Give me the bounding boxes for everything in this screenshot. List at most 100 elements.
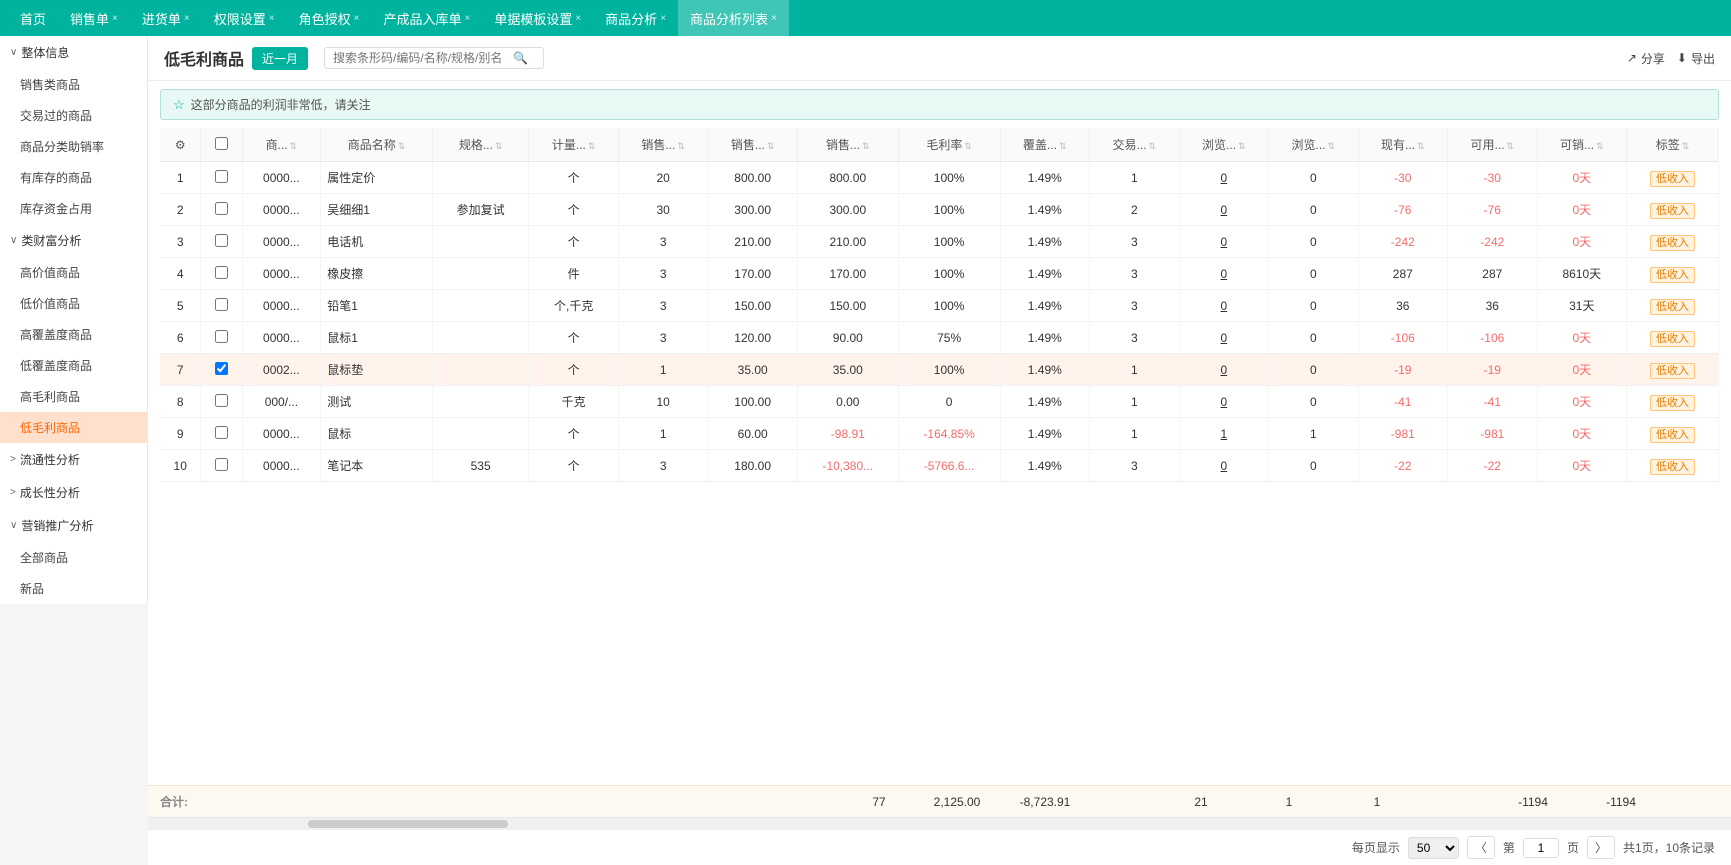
sort-icon-current_stock[interactable]: ⇅ <box>1417 141 1425 151</box>
col-header-sales_profit[interactable]: 销售...⇅ <box>797 128 898 162</box>
sort-icon-coverage[interactable]: ⇅ <box>1059 141 1067 151</box>
col-header-current_stock[interactable]: 现有...⇅ <box>1358 128 1448 162</box>
sort-icon-tag[interactable]: ⇅ <box>1682 141 1690 151</box>
sidebar-group-类财富分析[interactable]: ∨类财富分析 <box>0 224 147 257</box>
col-header-spec[interactable]: 规格...⇅ <box>432 128 529 162</box>
nav-item-权限设置[interactable]: 权限设置 × <box>202 0 287 36</box>
nav-close-icon[interactable]: × <box>112 13 118 24</box>
browse-link[interactable]: 0 <box>1220 299 1227 313</box>
nav-close-icon[interactable]: × <box>575 13 581 24</box>
search-icon[interactable]: 🔍 <box>513 51 528 65</box>
sidebar-item-库存资金占用[interactable]: 库存资金占用 <box>0 193 147 224</box>
col-header-browse2[interactable]: 浏览...⇅ <box>1269 128 1359 162</box>
sidebar-item-低价值商品[interactable]: 低价值商品 <box>0 288 147 319</box>
page-number-input[interactable] <box>1523 838 1559 858</box>
sidebar-group-流通性分析[interactable]: >流通性分析 <box>0 443 147 476</box>
sort-icon-browse1[interactable]: ⇅ <box>1238 141 1246 151</box>
row-checkbox-input[interactable] <box>215 362 228 375</box>
sort-icon-gross_margin[interactable]: ⇅ <box>964 141 972 151</box>
sort-icon-available[interactable]: ⇅ <box>1507 141 1515 151</box>
col-header-browse1[interactable]: 浏览...⇅ <box>1179 128 1269 162</box>
browse1[interactable]: 1 <box>1179 418 1269 450</box>
browse1[interactable]: 0 <box>1179 162 1269 194</box>
row-checkbox[interactable] <box>201 258 242 290</box>
sidebar-item-销售类商品[interactable]: 销售类商品 <box>0 69 147 100</box>
col-header-available[interactable]: 可用...⇅ <box>1448 128 1538 162</box>
nav-item-产成品入库单[interactable]: 产成品入库单 × <box>371 0 482 36</box>
row-checkbox[interactable] <box>201 226 242 258</box>
nav-item-销售单[interactable]: 销售单 × <box>58 0 130 36</box>
browse-link[interactable]: 0 <box>1220 267 1227 281</box>
browse1[interactable]: 0 <box>1179 258 1269 290</box>
browse1[interactable]: 0 <box>1179 194 1269 226</box>
nav-close-icon[interactable]: × <box>464 13 470 24</box>
browse1[interactable]: 0 <box>1179 226 1269 258</box>
browse-link[interactable]: 0 <box>1220 235 1227 249</box>
row-checkbox[interactable] <box>201 418 242 450</box>
sidebar-item-全部商品[interactable]: 全部商品 <box>0 542 147 573</box>
sidebar-item-高毛利商品[interactable]: 高毛利商品 <box>0 381 147 412</box>
search-input[interactable] <box>333 51 513 65</box>
sidebar-item-低毛利商品[interactable]: 低毛利商品 <box>0 412 147 443</box>
row-checkbox-input[interactable] <box>215 234 228 247</box>
row-checkbox-input[interactable] <box>215 458 228 471</box>
browse-link[interactable]: 0 <box>1220 171 1227 185</box>
browse1[interactable]: 0 <box>1179 386 1269 418</box>
col-header-name[interactable]: 商品名称⇅ <box>321 128 433 162</box>
sort-icon-sales_qty[interactable]: ⇅ <box>677 141 685 151</box>
browse-link[interactable]: 0 <box>1220 459 1227 473</box>
row-checkbox[interactable] <box>201 386 242 418</box>
nav-item-角色授权[interactable]: 角色授权 × <box>287 0 372 36</box>
nav-close-icon[interactable]: × <box>269 13 275 24</box>
browse-link[interactable]: 1 <box>1220 427 1227 441</box>
nav-close-icon[interactable]: × <box>354 13 360 24</box>
sort-icon-name[interactable]: ⇅ <box>398 141 406 151</box>
export-button[interactable]: ⬇ 导出 <box>1677 50 1715 67</box>
col-header-sellable[interactable]: 可销...⇅ <box>1537 128 1627 162</box>
sort-icon-code[interactable]: ⇅ <box>290 141 298 151</box>
prev-page-button[interactable]: 〈 <box>1467 836 1495 859</box>
sort-icon-unit[interactable]: ⇅ <box>588 141 596 151</box>
nav-item-进货单[interactable]: 进货单 × <box>130 0 202 36</box>
sort-icon-trade_count[interactable]: ⇅ <box>1149 141 1157 151</box>
sidebar-item-高覆盖度商品[interactable]: 高覆盖度商品 <box>0 319 147 350</box>
share-button[interactable]: ↗ 分享 <box>1627 50 1665 67</box>
col-header-settings[interactable]: ⚙ <box>160 128 201 162</box>
col-header-gross_margin[interactable]: 毛利率⇅ <box>898 128 1000 162</box>
row-checkbox[interactable] <box>201 354 242 386</box>
row-checkbox[interactable] <box>201 162 242 194</box>
bottom-scrollbar[interactable] <box>148 817 1731 829</box>
sort-icon-sellable[interactable]: ⇅ <box>1596 141 1604 151</box>
col-header-sales_amount[interactable]: 销售...⇅ <box>708 128 798 162</box>
browse-link[interactable]: 0 <box>1220 363 1227 377</box>
sidebar-item-低覆盖度商品[interactable]: 低覆盖度商品 <box>0 350 147 381</box>
sidebar-item-高价值商品[interactable]: 高价值商品 <box>0 257 147 288</box>
col-header-unit[interactable]: 计量...⇅ <box>529 128 619 162</box>
col-header-trade_count[interactable]: 交易...⇅ <box>1090 128 1180 162</box>
row-checkbox[interactable] <box>201 290 242 322</box>
row-checkbox[interactable] <box>201 450 242 482</box>
nav-close-icon[interactable]: × <box>771 13 777 24</box>
sidebar-group-整体信息[interactable]: ∨整体信息 <box>0 36 147 69</box>
period-button[interactable]: 近一月 <box>252 47 308 70</box>
scrollbar-thumb[interactable] <box>308 820 508 828</box>
row-checkbox[interactable] <box>201 194 242 226</box>
sidebar-group-营销推广分析[interactable]: ∨营销推广分析 <box>0 509 147 542</box>
col-header-tag[interactable]: 标签⇅ <box>1627 128 1719 162</box>
col-header-checkbox[interactable] <box>201 128 242 162</box>
row-checkbox-input[interactable] <box>215 426 228 439</box>
col-header-coverage[interactable]: 覆盖...⇅ <box>1000 128 1090 162</box>
sidebar-item-有库存的商品[interactable]: 有库存的商品 <box>0 162 147 193</box>
sidebar-group-成长性分析[interactable]: >成长性分析 <box>0 476 147 509</box>
browse1[interactable]: 0 <box>1179 450 1269 482</box>
row-checkbox-input[interactable] <box>215 170 228 183</box>
browse-link[interactable]: 0 <box>1220 203 1227 217</box>
browse1[interactable]: 0 <box>1179 322 1269 354</box>
nav-item-单据模板设置[interactable]: 单据模板设置 × <box>482 0 593 36</box>
col-header-sales_qty[interactable]: 销售...⇅ <box>618 128 708 162</box>
row-checkbox-input[interactable] <box>215 266 228 279</box>
sidebar-item-新品[interactable]: 新品 <box>0 573 147 604</box>
page-size-select[interactable]: 50 100 200 <box>1408 837 1459 859</box>
nav-item-商品分析[interactable]: 商品分析 × <box>593 0 678 36</box>
row-checkbox-input[interactable] <box>215 202 228 215</box>
